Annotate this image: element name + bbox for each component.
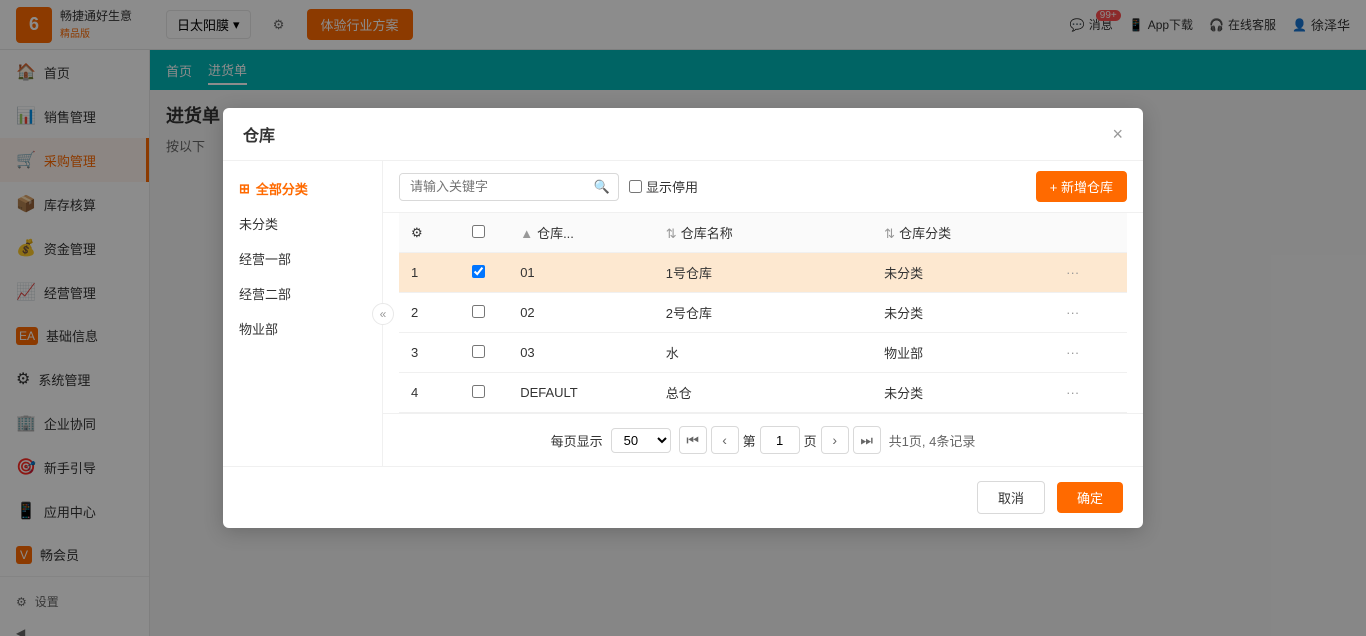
cell-category: 未分类 — [872, 373, 1054, 413]
page-total-info: 共1页, 4条记录 — [889, 431, 976, 450]
cell-num: 3 — [399, 333, 460, 373]
per-page-select[interactable]: 50 100 — [611, 428, 671, 453]
search-icon[interactable]: 🔍 — [586, 174, 618, 200]
confirm-button[interactable]: 确定 — [1057, 482, 1123, 513]
settings-icon: ⚙ — [411, 225, 423, 240]
modal-title: 仓库 — [243, 122, 275, 146]
modal-overlay: 仓库 × ⊞ 全部分类 未分类 经营一部 经营二部 物业部 « — [0, 0, 1366, 636]
cell-name: 水 — [654, 333, 872, 373]
prev-page-button[interactable]: ‹ — [711, 426, 739, 454]
new-warehouse-button[interactable]: + 新增仓库 — [1036, 171, 1127, 202]
search-input[interactable] — [400, 174, 586, 199]
cell-name: 总仓 — [654, 373, 872, 413]
modal-body: ⊞ 全部分类 未分类 经营一部 经营二部 物业部 « 🔍 — [223, 161, 1143, 466]
table-container: ⚙ ▲仓库... ⇅仓库名称 — [383, 213, 1143, 413]
th-settings: ⚙ — [399, 213, 460, 253]
row-checkbox[interactable] — [472, 265, 485, 278]
th-category: ⇅仓库分类 — [872, 213, 1054, 253]
warehouse-table: ⚙ ▲仓库... ⇅仓库名称 — [399, 213, 1127, 413]
cell-action: ··· — [1054, 373, 1127, 413]
cell-check[interactable] — [460, 293, 509, 333]
cell-check[interactable] — [460, 253, 509, 293]
cell-code: 01 — [508, 253, 654, 293]
show-disabled-text: 显示停用 — [646, 177, 698, 196]
cell-num: 1 — [399, 253, 460, 293]
row-action-dots[interactable]: ··· — [1066, 385, 1079, 400]
page-number-input[interactable] — [760, 426, 800, 454]
row-checkbox[interactable] — [472, 305, 485, 318]
table-row[interactable]: 1 01 1号仓库 未分类 ··· — [399, 253, 1127, 293]
row-checkbox[interactable] — [472, 345, 485, 358]
table-row[interactable]: 4 DEFAULT 总仓 未分类 ··· — [399, 373, 1127, 413]
pagination-bar: 每页显示 50 100 ⏮ ‹ 第 页 › ⏭ 共1页, 4条记录 — [383, 413, 1143, 466]
show-disabled-checkbox[interactable] — [629, 180, 642, 193]
cell-action: ··· — [1054, 253, 1127, 293]
first-page-button[interactable]: ⏮ — [679, 426, 707, 454]
table-header-row: ⚙ ▲仓库... ⇅仓库名称 — [399, 213, 1127, 253]
content-toolbar: 🔍 显示停用 + 新增仓库 — [383, 161, 1143, 213]
cell-name: 1号仓库 — [654, 253, 872, 293]
row-action-dots[interactable]: ··· — [1066, 305, 1079, 320]
row-action-dots[interactable]: ··· — [1066, 265, 1079, 280]
category-panel: ⊞ 全部分类 未分类 经营一部 经营二部 物业部 « — [223, 161, 383, 466]
next-page-button[interactable]: › — [821, 426, 849, 454]
content-panel: 🔍 显示停用 + 新增仓库 ⚙ — [383, 161, 1143, 466]
cell-check[interactable] — [460, 373, 509, 413]
category-collapse-button[interactable]: « — [372, 303, 394, 325]
th-code: ▲仓库... — [508, 213, 654, 253]
grid-icon: ⊞ — [239, 181, 250, 197]
category-item-ops2[interactable]: 经营二部 — [223, 276, 382, 311]
modal-header: 仓库 × — [223, 108, 1143, 161]
select-all-checkbox[interactable] — [472, 225, 485, 238]
category-item-ops1[interactable]: 经营一部 — [223, 241, 382, 276]
row-action-dots[interactable]: ··· — [1066, 345, 1079, 360]
cell-category: 未分类 — [872, 253, 1054, 293]
table-row[interactable]: 3 03 水 物业部 ··· — [399, 333, 1127, 373]
all-categories-label: 全部分类 — [256, 179, 308, 198]
search-box: 🔍 — [399, 173, 619, 201]
warehouse-modal: 仓库 × ⊞ 全部分类 未分类 经营一部 经营二部 物业部 « — [223, 108, 1143, 528]
table-row[interactable]: 2 02 2号仓库 未分类 ··· — [399, 293, 1127, 333]
table-body: 1 01 1号仓库 未分类 ··· 2 02 2号仓库 未分类 ··· 3 03… — [399, 253, 1127, 413]
cell-num: 2 — [399, 293, 460, 333]
last-page-button[interactable]: ⏭ — [853, 426, 881, 454]
cell-code: 02 — [508, 293, 654, 333]
th-checkbox — [460, 213, 509, 253]
cell-code: DEFAULT — [508, 373, 654, 413]
row-checkbox[interactable] — [472, 385, 485, 398]
page-unit: 页 — [804, 431, 817, 450]
cell-check[interactable] — [460, 333, 509, 373]
page-navigation: ⏮ ‹ 第 页 › ⏭ — [679, 426, 881, 454]
cell-num: 4 — [399, 373, 460, 413]
th-name: ⇅仓库名称 — [654, 213, 872, 253]
cancel-button[interactable]: 取消 — [977, 481, 1045, 514]
cell-action: ··· — [1054, 293, 1127, 333]
cell-category: 未分类 — [872, 293, 1054, 333]
cell-action: ··· — [1054, 333, 1127, 373]
modal-close-button[interactable]: × — [1112, 125, 1123, 143]
cell-code: 03 — [508, 333, 654, 373]
th-action — [1054, 213, 1127, 253]
all-categories-header[interactable]: ⊞ 全部分类 — [223, 171, 382, 206]
category-item-property[interactable]: 物业部 — [223, 311, 382, 346]
cell-name: 2号仓库 — [654, 293, 872, 333]
show-disabled-label[interactable]: 显示停用 — [629, 177, 698, 196]
category-item-unclassified[interactable]: 未分类 — [223, 206, 382, 241]
per-page-label: 每页显示 — [551, 431, 603, 450]
page-label: 第 — [743, 431, 756, 450]
cell-category: 物业部 — [872, 333, 1054, 373]
modal-footer: 取消 确定 — [223, 466, 1143, 528]
